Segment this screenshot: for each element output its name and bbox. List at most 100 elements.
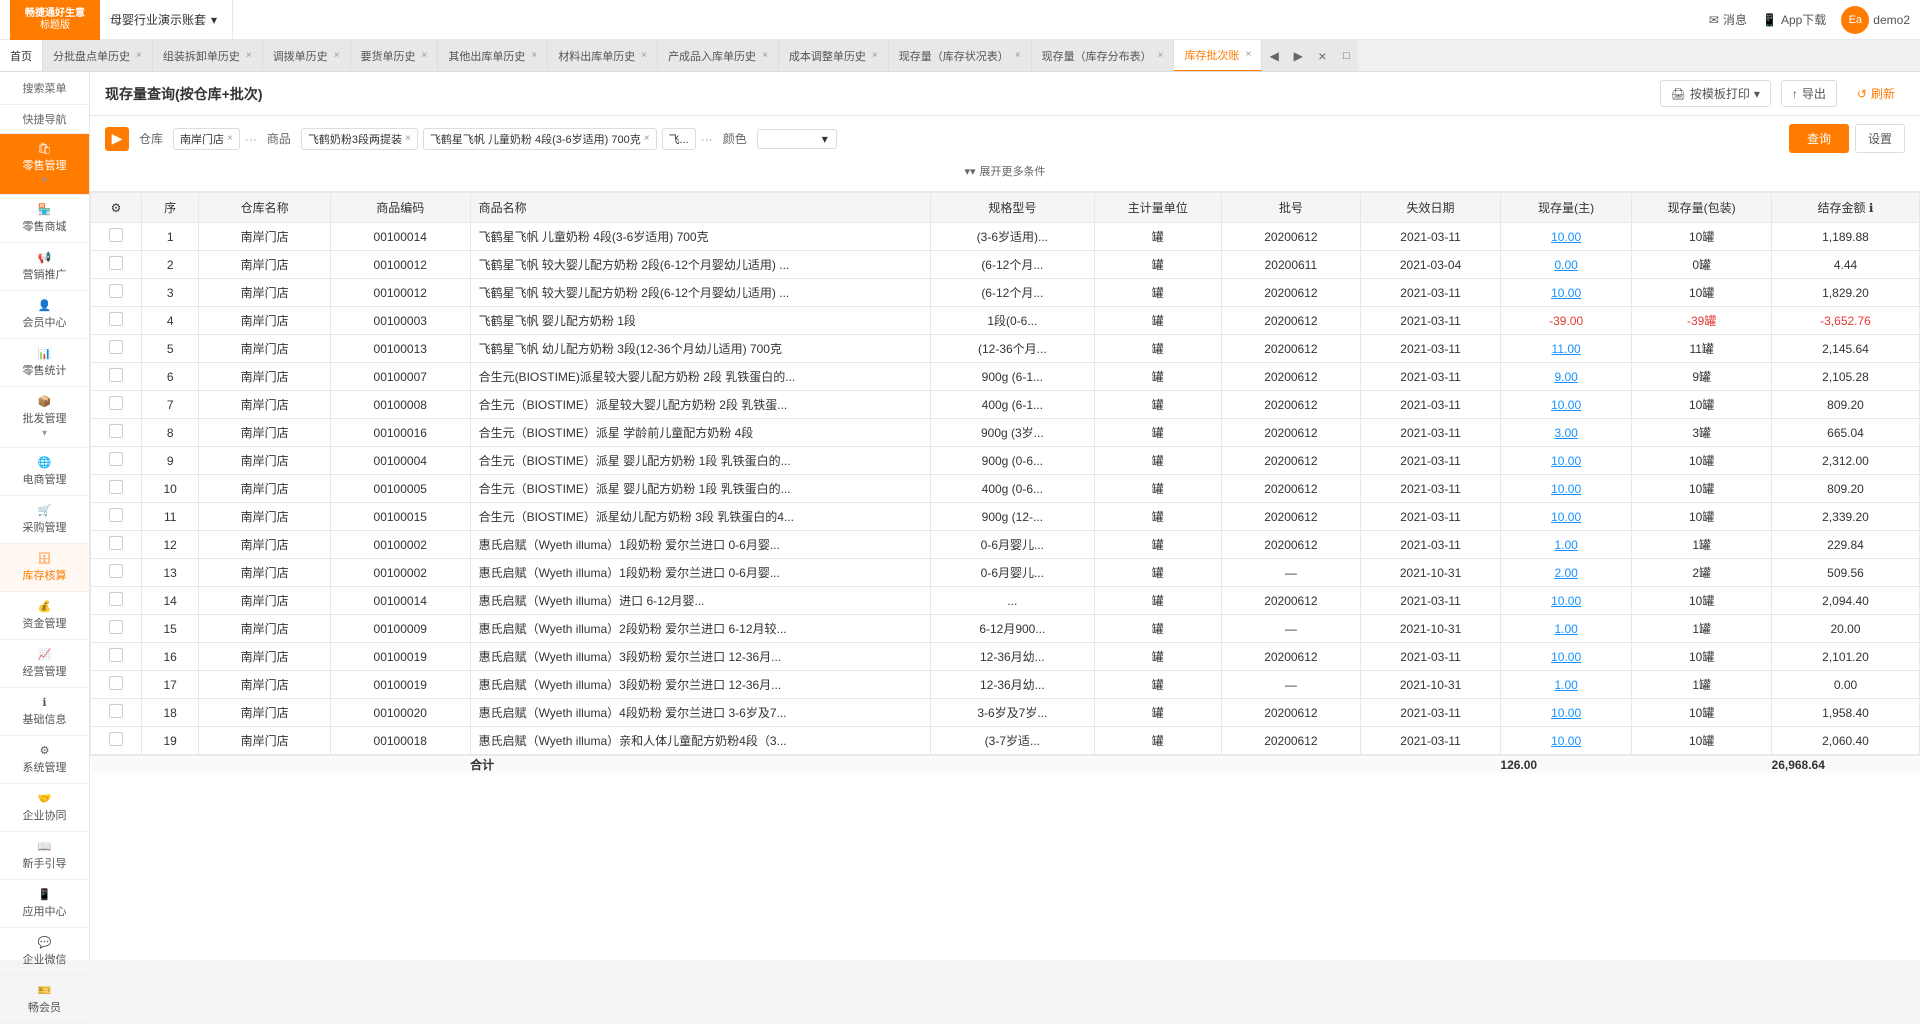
tab-材料出库单历史[interactable]: 材料出库单历史 × — [548, 40, 658, 72]
product-more-icon[interactable]: ··· — [701, 132, 713, 146]
tab-home[interactable]: 首页 — [0, 40, 43, 72]
sidebar-item-system[interactable]: ⚙ 系统管理 — [0, 736, 89, 784]
td-stock-main[interactable]: 2.00 — [1500, 559, 1631, 587]
query-button[interactable]: 查询 — [1789, 124, 1849, 153]
checkbox-icon[interactable] — [109, 368, 123, 382]
checkbox-icon[interactable] — [109, 676, 123, 690]
product-tag-2-close-icon[interactable]: × — [644, 133, 650, 144]
tab-close-icon[interactable]: × — [641, 50, 647, 61]
tab-现存量库存分布表[interactable]: 现存量（库存分布表） × — [1032, 40, 1175, 72]
td-check[interactable] — [91, 335, 142, 363]
sidebar-item-basic[interactable]: ℹ 基础信息 — [0, 688, 89, 736]
td-check[interactable] — [91, 615, 142, 643]
checkbox-icon[interactable] — [109, 284, 123, 298]
tab-调拨单历史[interactable]: 调拨单历史 × — [263, 40, 351, 72]
td-check[interactable] — [91, 307, 142, 335]
sidebar-item-wholesale[interactable]: 📦 批发管理 ▾ — [0, 387, 89, 448]
tab-现存量库存状况表[interactable]: 现存量（库存状况表） × — [889, 40, 1032, 72]
checkbox-icon[interactable] — [109, 312, 123, 326]
tab-其他出库单历史[interactable]: 其他出库单历史 × — [438, 40, 548, 72]
checkbox-icon[interactable] — [109, 620, 123, 634]
sidebar-item-enterprise[interactable]: 🤝 企业协同 — [0, 784, 89, 832]
td-check[interactable] — [91, 643, 142, 671]
tab-close-icon[interactable]: × — [1245, 49, 1251, 60]
export-button[interactable]: ↑ 导出 — [1781, 80, 1837, 107]
sidebar-item-ecommerce[interactable]: 🌐 电商管理 — [0, 448, 89, 496]
td-stock-main[interactable]: 10.00 — [1500, 279, 1631, 307]
product-tag-1-close-icon[interactable]: × — [405, 133, 411, 144]
td-stock-main[interactable]: 10.00 — [1500, 447, 1631, 475]
td-stock-main[interactable]: 10.00 — [1500, 503, 1631, 531]
tab-成本调整单历史[interactable]: 成本调整单历史 × — [779, 40, 889, 72]
td-check[interactable] — [91, 699, 142, 727]
tab-组装拆卸单历史[interactable]: 组装拆卸单历史 × — [153, 40, 263, 72]
color-filter-select[interactable]: ▾ — [757, 129, 837, 149]
tab-close-icon[interactable]: × — [531, 50, 537, 61]
td-stock-main[interactable]: 10.00 — [1500, 391, 1631, 419]
warehouse-tag-close-icon[interactable]: × — [227, 133, 233, 144]
industry-select[interactable]: 母婴行业演示账套 ▾ — [100, 0, 233, 39]
product-tag-more[interactable]: 飞... — [662, 128, 696, 150]
tab-next-arrow[interactable]: ▶ — [1286, 40, 1310, 72]
sidebar-item-retail-stats[interactable]: 📊 零售统计 — [0, 339, 89, 387]
tab-close-icon[interactable]: × — [1158, 50, 1164, 61]
td-check[interactable] — [91, 251, 142, 279]
sidebar-item-app-center[interactable]: 📱 应用中心 — [0, 880, 89, 928]
td-stock-main[interactable]: 11.00 — [1500, 335, 1631, 363]
td-check[interactable] — [91, 391, 142, 419]
checkbox-icon[interactable] — [109, 648, 123, 662]
checkbox-icon[interactable] — [109, 228, 123, 242]
sidebar-item-retail-mall[interactable]: 🏪 零售商城 — [0, 195, 89, 243]
checkbox-icon[interactable] — [109, 508, 123, 522]
td-check[interactable] — [91, 727, 142, 756]
td-stock-main[interactable]: 1.00 — [1500, 615, 1631, 643]
td-stock-main[interactable]: 10.00 — [1500, 727, 1631, 756]
td-stock-main[interactable]: 10.00 — [1500, 699, 1631, 727]
td-stock-main[interactable]: 1.00 — [1500, 671, 1631, 699]
sidebar-item-operation[interactable]: 📈 经营管理 — [0, 640, 89, 688]
warehouse-tag[interactable]: 南岸门店 × — [173, 128, 240, 150]
checkbox-icon[interactable] — [109, 452, 123, 466]
checkbox-icon[interactable] — [109, 340, 123, 354]
sidebar-search-menu[interactable]: 搜索菜单 — [0, 72, 89, 105]
checkbox-icon[interactable] — [109, 256, 123, 270]
tab-分批盘点单历史[interactable]: 分批盘点单历史 × — [43, 40, 153, 72]
sidebar-item-guide[interactable]: 📖 新手引导 — [0, 832, 89, 880]
tab-close-icon[interactable]: × — [246, 50, 252, 61]
checkbox-icon[interactable] — [109, 396, 123, 410]
sidebar-item-marketing[interactable]: 📢 营销推广 — [0, 243, 89, 291]
checkbox-icon[interactable] — [109, 536, 123, 550]
tab-close-icon[interactable]: × — [334, 50, 340, 61]
td-stock-main[interactable]: 10.00 — [1500, 475, 1631, 503]
tab-close-icon[interactable]: × — [872, 50, 878, 61]
sidebar-item-enterprise-wechat[interactable]: 💬 企业微信 — [0, 928, 89, 976]
tab-maximize-button[interactable]: □ — [1334, 40, 1358, 72]
settings-button[interactable]: 设置 — [1855, 124, 1905, 153]
tab-close-all-button[interactable]: × — [1310, 40, 1334, 72]
sidebar-item-retail[interactable]: 🛍 零售管理 ▾ — [0, 134, 89, 195]
table-container[interactable]: ⚙ 序 仓库名称 商品编码 商品名称 规格型号 主计量单位 批号 失效日期 现存… — [90, 192, 1920, 960]
td-check[interactable] — [91, 503, 142, 531]
tab-close-icon[interactable]: × — [422, 50, 428, 61]
td-check[interactable] — [91, 531, 142, 559]
checkbox-icon[interactable] — [109, 592, 123, 606]
checkbox-icon[interactable] — [109, 704, 123, 718]
tab-产成品入库单历史[interactable]: 产成品入库单历史 × — [658, 40, 779, 72]
td-check[interactable] — [91, 671, 142, 699]
product-tag-2[interactable]: 飞鹤星飞帆 儿童奶粉 4段(3-6岁适用) 700克 × — [423, 128, 657, 150]
sidebar-item-inventory[interactable]: 🗄 库存核算 — [0, 544, 89, 592]
tab-库存批次账[interactable]: 库存批次账 × — [1174, 40, 1262, 72]
td-check[interactable] — [91, 363, 142, 391]
tab-要货单历史[interactable]: 要货单历史 × — [351, 40, 439, 72]
td-check[interactable] — [91, 447, 142, 475]
td-stock-main[interactable]: 0.00 — [1500, 251, 1631, 279]
checkbox-icon[interactable] — [109, 732, 123, 746]
filter-expand-button[interactable]: ▶ — [105, 127, 129, 151]
checkbox-icon[interactable] — [109, 564, 123, 578]
tab-close-icon[interactable]: × — [1015, 50, 1021, 61]
warehouse-more-icon[interactable]: ··· — [245, 132, 257, 146]
app-download-button[interactable]: 📱 App下载 — [1762, 11, 1826, 28]
td-check[interactable] — [91, 587, 142, 615]
td-stock-main[interactable]: 10.00 — [1500, 587, 1631, 615]
print-button[interactable]: 🖨 按模板打印 ▾ — [1660, 80, 1771, 107]
